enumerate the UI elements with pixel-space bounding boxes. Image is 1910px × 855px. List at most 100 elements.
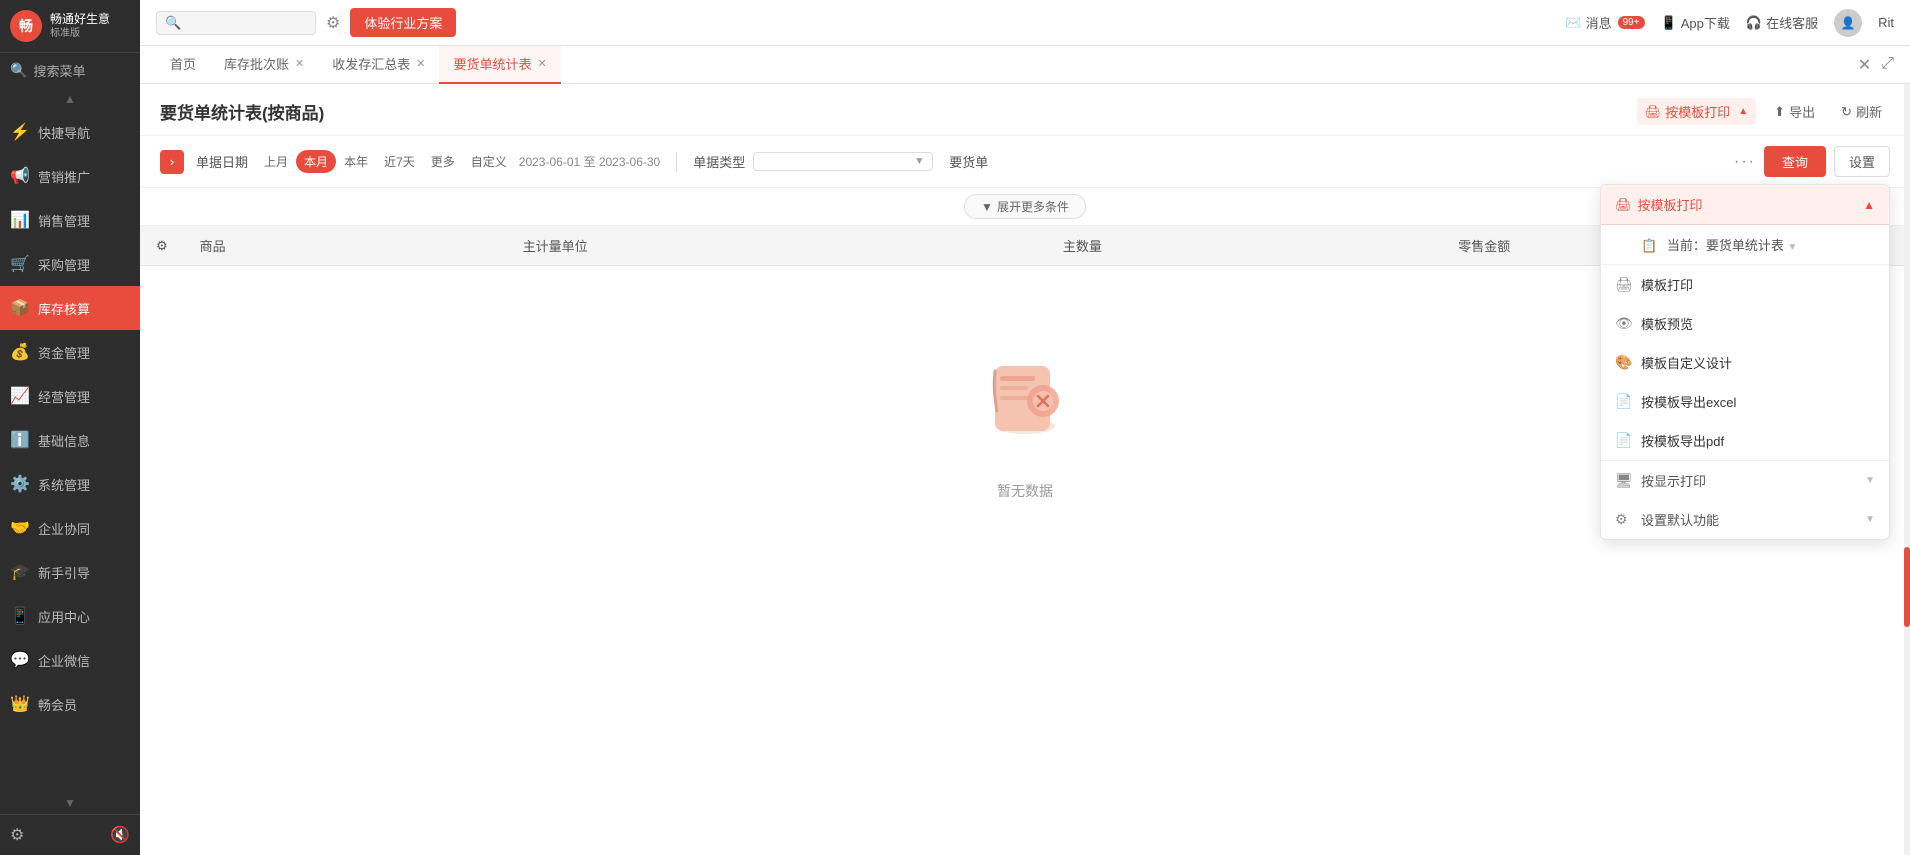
sidebar-item-operations[interactable]: 📈 经营管理: [0, 374, 140, 418]
scrollbar-thumb: [1904, 547, 1910, 627]
col-gear-icon[interactable]: ⚙: [156, 238, 168, 253]
dropdown-template-excel[interactable]: 📄 按模板导出excel: [1601, 382, 1889, 421]
export-button[interactable]: ⬆ 导出: [1766, 98, 1823, 125]
current-template-icon: 📋: [1641, 238, 1657, 253]
close-window-icon[interactable]: ✕: [1858, 55, 1871, 75]
tab-batch-account[interactable]: 库存批次账 ✕: [210, 46, 318, 84]
date-btn-custom[interactable]: 自定义: [463, 150, 515, 173]
sidebar-item-cooperation[interactable]: 🤝 企业协同: [0, 506, 140, 550]
sidebar-item-finance[interactable]: 💰 资金管理: [0, 330, 140, 374]
filter-toggle-button[interactable]: ›: [160, 150, 184, 174]
tag-filter-label: 要货单: [949, 152, 988, 171]
sidebar-item-marketing[interactable]: 📢 营销推广: [0, 154, 140, 198]
sidebar-item-purchase[interactable]: 🛒 采购管理: [0, 242, 140, 286]
date-btn-last-month[interactable]: 上月: [256, 150, 296, 173]
message-button[interactable]: ✉️ 消息 99+: [1565, 13, 1644, 32]
empty-text: 暂无数据: [997, 481, 1053, 501]
print-template-button[interactable]: 🖨 按模板打印 ▲: [1637, 98, 1756, 125]
more-options-button[interactable]: ···: [1734, 153, 1756, 171]
query-button[interactable]: 查询: [1764, 146, 1826, 177]
dropdown-template-print[interactable]: 🖨 模板打印: [1601, 265, 1889, 304]
date-btn-more[interactable]: 更多: [423, 150, 463, 173]
dropdown-set-default[interactable]: ⚙ 设置默认功能 ▼: [1601, 500, 1889, 539]
sidebar-nav: ⚡ 快捷导航 📢 营销推广 📊 销售管理 🛒 采购管理 📦 库存核算 💰 资金管…: [0, 110, 140, 792]
sidebar-item-sales[interactable]: 📊 销售管理: [0, 198, 140, 242]
maximize-window-icon[interactable]: ⤢: [1881, 55, 1894, 75]
tab-order-stats[interactable]: 要货单统计表 ✕: [439, 46, 560, 84]
sidebar-settings-icon[interactable]: ⚙: [10, 825, 24, 845]
topbar: 🔍 ⚙ 体验行业方案 ✉️ 消息 99+ 📱 App下载 🎧 在线客服 👤: [140, 0, 1910, 46]
purchase-icon: 🛒: [10, 254, 30, 274]
col-unit: 主计量单位: [507, 226, 1047, 266]
sidebar-item-wechat[interactable]: 💬 企业微信: [0, 638, 140, 682]
type-filter-select[interactable]: ▼: [753, 152, 933, 171]
sidebar-search[interactable]: 🔍 搜索菜单: [0, 53, 140, 88]
date-btn-this-year[interactable]: 本年: [336, 150, 376, 173]
dropdown-header: 🖨 按模板打印 ▲: [1601, 185, 1889, 225]
topbar-cta-button[interactable]: 体验行业方案: [350, 8, 456, 37]
quick-nav-icon: ⚡: [10, 122, 30, 142]
tab-receipts-summary[interactable]: 收发存汇总表 ✕: [318, 46, 439, 84]
current-arrow-icon: ▼: [1787, 242, 1797, 253]
dropdown-collapse-icon[interactable]: ▲: [1863, 198, 1875, 212]
sidebar-item-guide[interactable]: 🎓 新手引导: [0, 550, 140, 594]
col-settings[interactable]: ⚙: [140, 226, 184, 266]
template-custom-icon: 🎨: [1615, 354, 1631, 371]
topbar-gear-icon[interactable]: ⚙: [326, 13, 340, 33]
set-default-icon: ⚙: [1615, 511, 1631, 528]
date-btn-this-month[interactable]: 本月: [296, 150, 336, 173]
dropdown-current-template[interactable]: 📋 当前：要货单统计表 ▼: [1601, 225, 1889, 264]
print-icon: 🖨: [1645, 104, 1662, 120]
logo-area: 畅 畅通好生意 标准版: [0, 0, 140, 53]
print-dropdown-icon: ▲: [1738, 106, 1748, 117]
basic-info-icon: ℹ️: [10, 430, 30, 450]
select-arrow-icon: ▼: [914, 156, 924, 167]
sidebar-item-inventory[interactable]: 📦 库存核算: [0, 286, 140, 330]
tab-close-receipts-summary[interactable]: ✕: [416, 57, 425, 70]
tab-close-order-stats[interactable]: ✕: [538, 57, 547, 70]
online-service-button[interactable]: 🎧 在线客服: [1746, 13, 1818, 32]
expand-icon: ▼: [981, 200, 993, 214]
dropdown-template-pdf[interactable]: 📄 按模板导出pdf: [1601, 421, 1889, 460]
dropdown-display-print[interactable]: 🖥 按显示打印 ▼: [1601, 461, 1889, 500]
marketing-icon: 📢: [10, 166, 30, 186]
topbar-search-box[interactable]: 🔍: [156, 11, 316, 35]
expand-conditions-button[interactable]: ▼ 展开更多条件: [964, 194, 1086, 219]
window-controls: ✕ ⤢: [1858, 55, 1894, 75]
guide-icon: 🎓: [10, 562, 30, 582]
message-icon: ✉️: [1565, 15, 1581, 31]
tab-close-batch-account[interactable]: ✕: [295, 57, 304, 70]
settings-button[interactable]: 设置: [1834, 146, 1890, 177]
template-excel-icon: 📄: [1615, 393, 1631, 410]
dropdown-template-custom[interactable]: 🎨 模板自定义设计: [1601, 343, 1889, 382]
empty-illustration: [975, 346, 1075, 465]
sidebar-item-basic-info[interactable]: ℹ️ 基础信息: [0, 418, 140, 462]
right-scrollbar[interactable]: [1904, 84, 1910, 855]
date-btn-7days[interactable]: 近7天: [376, 150, 423, 173]
sidebar-item-system[interactable]: ⚙️ 系统管理: [0, 462, 140, 506]
template-pdf-icon: 📄: [1615, 432, 1631, 449]
avatar[interactable]: 👤: [1834, 9, 1862, 37]
filter-divider-1: [676, 152, 677, 172]
refresh-button[interactable]: ↻ 刷新: [1833, 98, 1890, 125]
sidebar-item-vip[interactable]: 👑 畅会员: [0, 682, 140, 726]
download-icon: 📱: [1661, 15, 1677, 31]
template-preview-icon: 👁: [1615, 315, 1631, 332]
display-print-icon: 🖥: [1615, 472, 1631, 489]
sidebar-audio-icon[interactable]: 🔇: [110, 825, 130, 845]
dropdown-title: 🖨 按模板打印: [1615, 195, 1703, 214]
sidebar-item-app-center[interactable]: 📱 应用中心: [0, 594, 140, 638]
inventory-icon: 📦: [10, 298, 30, 318]
sidebar-scroll-up[interactable]: ▲: [0, 88, 140, 110]
sidebar-bottom: ⚙ 🔇: [0, 814, 140, 855]
sidebar-item-quick-nav[interactable]: ⚡ 快捷导航: [0, 110, 140, 154]
topbar-search-input[interactable]: [185, 16, 305, 30]
app-download-button[interactable]: 📱 App下载: [1661, 13, 1730, 32]
logo-icon: 畅: [10, 10, 42, 42]
sidebar-scroll-down[interactable]: ▼: [0, 792, 140, 814]
logo-text: 畅通好生意 标准版: [50, 11, 110, 42]
dropdown-template-preview[interactable]: 👁 模板预览: [1601, 304, 1889, 343]
tab-home[interactable]: 首页: [156, 46, 210, 84]
page-header: 要货单统计表(按商品) 🖨 按模板打印 ▲ ⬆ 导出 ↻ 刷新: [140, 84, 1910, 136]
dropdown-print-icon: 🖨: [1615, 197, 1632, 213]
